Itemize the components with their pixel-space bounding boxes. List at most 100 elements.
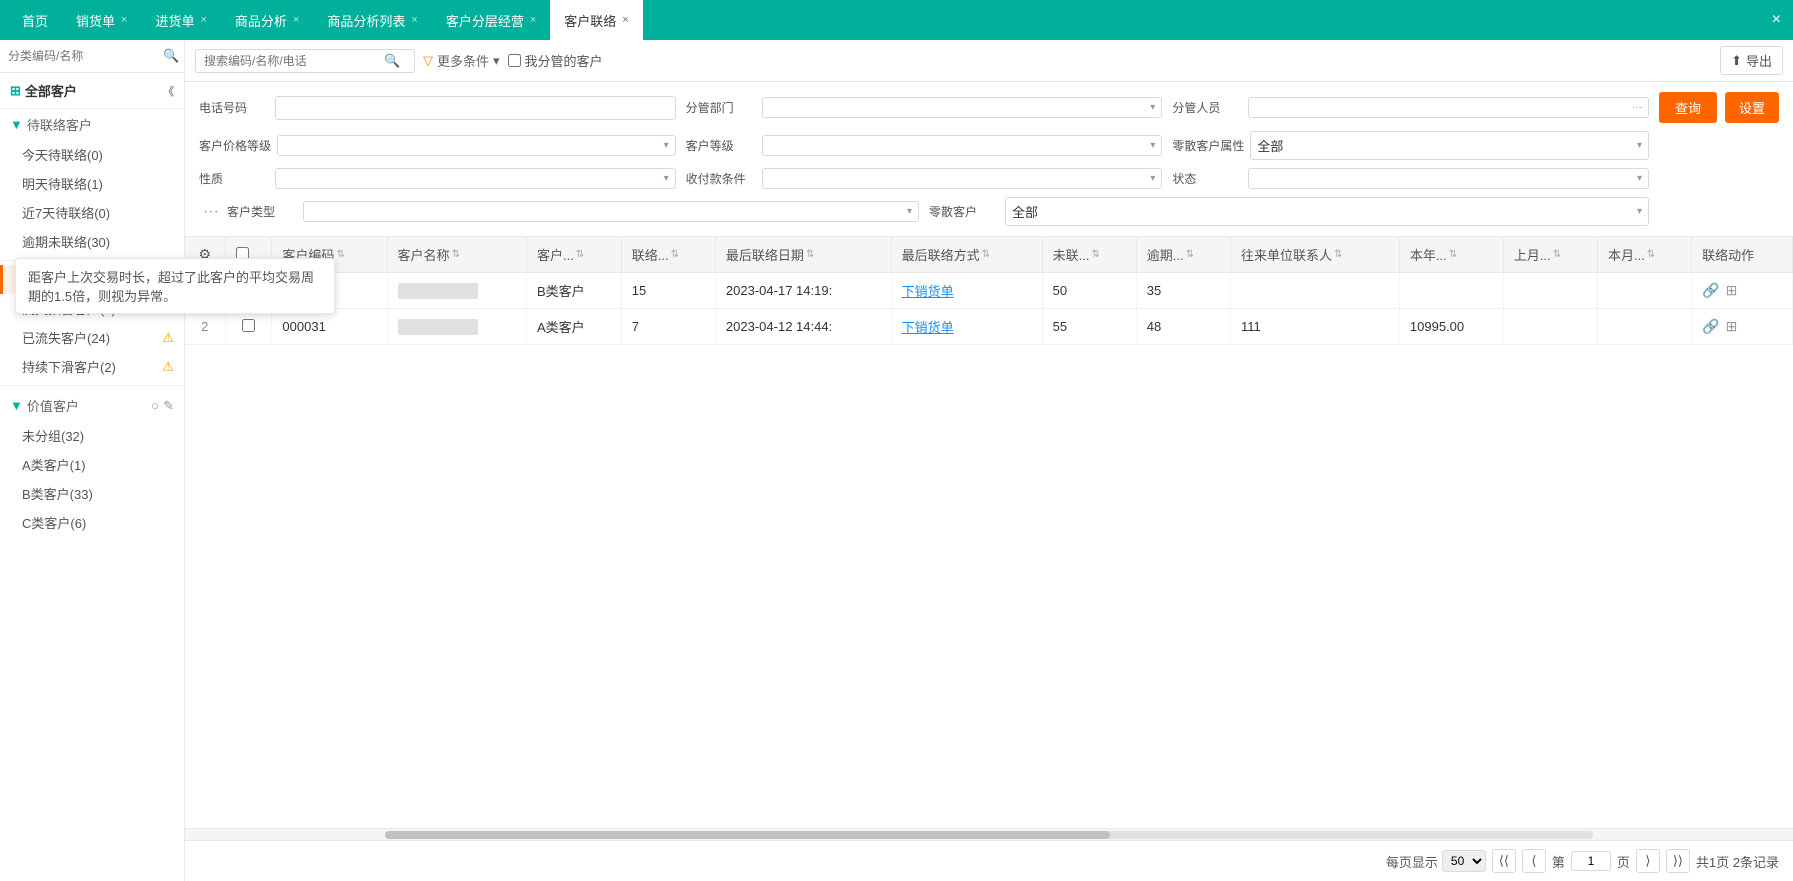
sidebar-collapse-btn[interactable]: 《	[163, 83, 174, 99]
page-number-input[interactable]	[1571, 851, 1611, 871]
th-last-date[interactable]: 最后联络日期 ⇅	[715, 237, 891, 273]
settings-button[interactable]: 设置	[1725, 92, 1779, 123]
td-ctype-2: A类客户	[526, 309, 621, 345]
sort-last-date[interactable]: 最后联络日期 ⇅	[726, 245, 881, 264]
prev-page-btn[interactable]: ⟨	[1522, 849, 1546, 873]
chevron-down-icon: ▾	[493, 53, 500, 69]
horizontal-scrollbar[interactable]	[185, 828, 1793, 840]
th-contact-count[interactable]: 联络... ⇅	[621, 237, 715, 273]
td-last-method-2[interactable]: 下销货单	[891, 309, 1042, 345]
sidebar-pending-section[interactable]: ▼ 待联络客户	[0, 109, 184, 140]
nav-home[interactable]: 首页	[8, 0, 62, 40]
last-page-btn[interactable]: ⟩⟩	[1666, 849, 1690, 873]
person-select[interactable]: ···	[1248, 97, 1649, 118]
sort-icon-code: ⇅	[336, 249, 344, 260]
close-all-tabs[interactable]: ×	[1772, 11, 1781, 29]
sidebar-item-declining[interactable]: 持续下滑客户(2) ⚠	[0, 352, 184, 381]
sort-uncontacted[interactable]: 未联... ⇅	[1053, 245, 1126, 264]
dept-select[interactable]: ▾	[762, 97, 1163, 118]
nav-customer-tier[interactable]: 客户分层经营 ×	[432, 0, 550, 40]
grid-action-icon-2[interactable]: ⊞	[1726, 318, 1738, 335]
sort-this-year[interactable]: 本年... ⇅	[1410, 245, 1493, 264]
nav-customer-tier-close[interactable]: ×	[530, 14, 536, 26]
search-box: 🔍	[195, 49, 415, 73]
sidebar-all-customers[interactable]: ⊞ 全部客户 《	[0, 73, 184, 109]
th-this-month[interactable]: 本月... ⇅	[1597, 237, 1691, 273]
status-select[interactable]: ▾	[1248, 168, 1649, 189]
grid-action-icon-1[interactable]: ⊞	[1726, 282, 1738, 299]
nav-purchase[interactable]: 进货单 ×	[141, 0, 220, 40]
sidebar-item-tomorrow[interactable]: 明天待联络(1)	[0, 169, 184, 198]
td-last-method-1[interactable]: 下销货单	[891, 273, 1042, 309]
sort-last-method[interactable]: 最后联络方式 ⇅	[902, 245, 1032, 264]
th-customer-type[interactable]: 客户... ⇅	[526, 237, 621, 273]
sidebar-item-class-b[interactable]: B类客户(33)	[0, 479, 184, 508]
query-button[interactable]: 查询	[1659, 92, 1717, 123]
first-page-btn[interactable]: ⟨⟨	[1492, 849, 1516, 873]
th-overdue[interactable]: 逾期... ⇅	[1136, 237, 1230, 273]
th-contacts[interactable]: 往来单位联系人 ⇅	[1230, 237, 1399, 273]
sidebar-item-class-a[interactable]: A类客户(1)	[0, 450, 184, 479]
td-actions-1: 🔗 ⊞	[1692, 273, 1793, 309]
next-page-btn[interactable]: ⟩	[1636, 849, 1660, 873]
filter-expand-dots[interactable]: ···	[203, 203, 219, 221]
sidebar-item-overdue[interactable]: 逾期未联络(30)	[0, 227, 184, 256]
sort-contacts[interactable]: 往来单位联系人 ⇅	[1241, 245, 1389, 264]
sidebar-item-today[interactable]: 今天待联络(0)	[0, 140, 184, 169]
nav-customer-contact-close[interactable]: ×	[622, 14, 628, 26]
filter-payment: 收付款条件 ▾	[686, 168, 1163, 189]
th-last-method[interactable]: 最后联络方式 ⇅	[891, 237, 1042, 273]
gender-select[interactable]: ▾	[275, 168, 676, 189]
nav-analysis-close[interactable]: ×	[293, 14, 299, 26]
sort-contact[interactable]: 联络... ⇅	[632, 245, 705, 264]
export-button[interactable]: ⬆ 导出	[1720, 46, 1783, 75]
th-last-month[interactable]: 上月... ⇅	[1503, 237, 1597, 273]
phone-input[interactable]	[275, 96, 676, 120]
nav-customer-contact[interactable]: 客户联络 ×	[550, 0, 642, 40]
sidebar-search-icon[interactable]: 🔍	[163, 48, 179, 64]
nav-analysis[interactable]: 商品分析 ×	[221, 0, 313, 40]
nav-sales[interactable]: 销货单 ×	[62, 0, 141, 40]
sort-icon-contacts: ⇅	[1334, 249, 1342, 260]
sidebar-search-input[interactable]	[8, 49, 163, 63]
more-conditions-btn[interactable]: ▽ 更多条件 ▾	[423, 51, 500, 70]
row-checkbox-2[interactable]	[242, 319, 255, 332]
sort-ctype[interactable]: 客户... ⇅	[537, 245, 611, 264]
scroll-thumb[interactable]	[385, 831, 1110, 839]
td-name-2	[387, 309, 526, 345]
sidebar-item-lost[interactable]: 已流失客户(24) ⚠	[0, 323, 184, 352]
nav-analysis-list-close[interactable]: ×	[411, 14, 417, 26]
customer-type-select[interactable]: ▾	[303, 201, 919, 222]
sort-overdue[interactable]: 逾期... ⇅	[1147, 245, 1220, 264]
td-this-year-1	[1399, 273, 1503, 309]
link-action-icon-1[interactable]: 🔗	[1702, 282, 1719, 299]
th-name[interactable]: 客户名称 ⇅	[387, 237, 526, 273]
value-edit-icons[interactable]: ○ ✎	[151, 398, 174, 414]
sort-last-month[interactable]: 上月... ⇅	[1514, 245, 1587, 264]
td-last-month-2	[1503, 309, 1597, 345]
sidebar-item-class-c[interactable]: C类客户(6)	[0, 508, 184, 537]
filter-gender: 性质 ▾	[199, 168, 676, 189]
retail-attr-select[interactable]: 全部 ▾	[1250, 131, 1649, 160]
sort-icon-uncontacted: ⇅	[1091, 249, 1099, 260]
filter-row-2: 客户价格等级 ▾ 客户等级 ▾ 零散客户属性 全部	[199, 131, 1779, 160]
link-action-icon-2[interactable]: 🔗	[1702, 318, 1719, 335]
th-this-year[interactable]: 本年... ⇅	[1399, 237, 1503, 273]
price-grade-select[interactable]: ▾	[277, 135, 676, 156]
sidebar-item-ungrouped[interactable]: 未分组(32)	[0, 421, 184, 450]
sidebar-item-7days[interactable]: 近7天待联络(0)	[0, 198, 184, 227]
retail-customer-select[interactable]: 全部 ▾	[1005, 197, 1649, 226]
sort-this-month[interactable]: 本月... ⇅	[1608, 245, 1681, 264]
per-page-select[interactable]: 50	[1442, 850, 1486, 872]
customer-grade-select[interactable]: ▾	[762, 135, 1163, 156]
sort-name[interactable]: 客户名称 ⇅	[398, 245, 516, 264]
nav-sales-close[interactable]: ×	[121, 14, 127, 26]
main-search-input[interactable]	[204, 54, 384, 68]
th-uncontacted[interactable]: 未联... ⇅	[1042, 237, 1136, 273]
nav-purchase-close[interactable]: ×	[200, 14, 206, 26]
search-icon[interactable]: 🔍	[384, 53, 400, 69]
my-customers-checkbox[interactable]	[508, 54, 521, 67]
payment-select[interactable]: ▾	[762, 168, 1163, 189]
sidebar-value-section[interactable]: ▼ 价值客户 ○ ✎	[0, 390, 184, 421]
nav-analysis-list[interactable]: 商品分析列表 ×	[313, 0, 431, 40]
